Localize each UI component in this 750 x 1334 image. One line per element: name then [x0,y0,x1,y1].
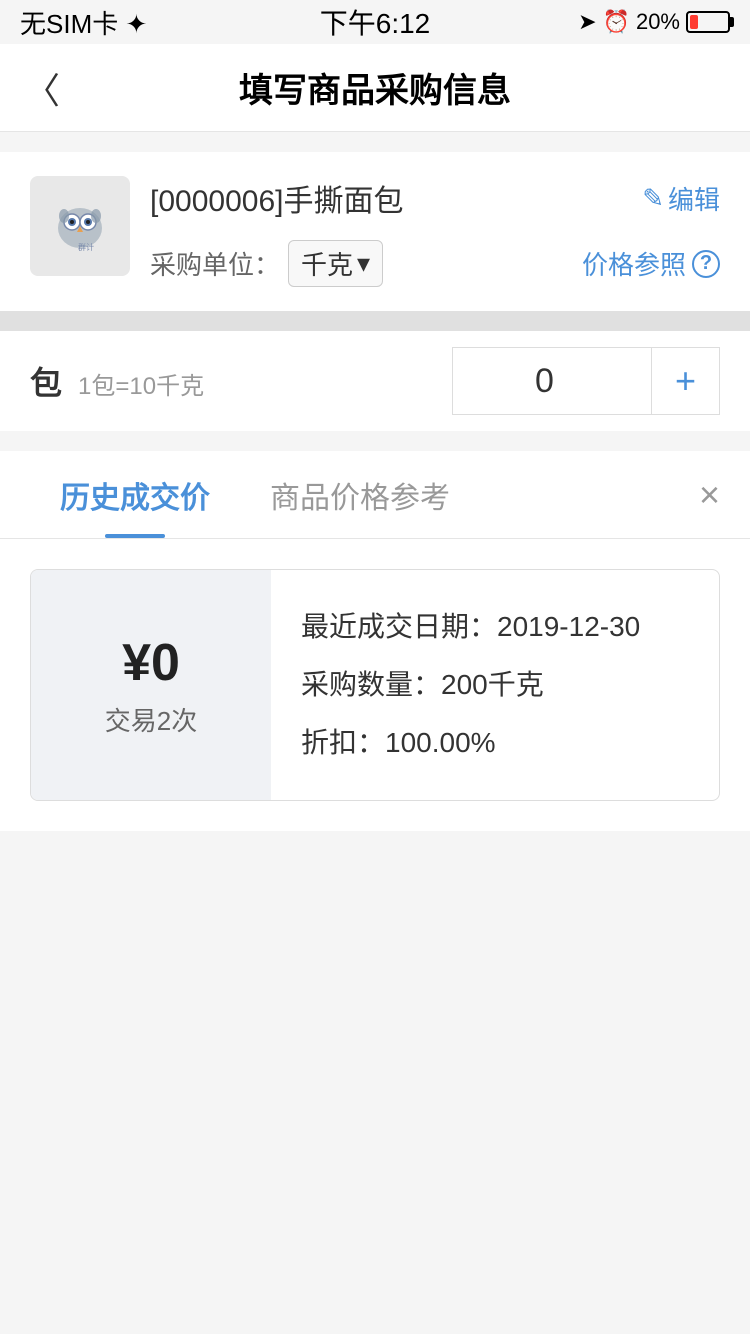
status-right: ➤ ⏰ 20% [578,9,730,35]
alarm-icon: ⏰ [603,9,630,35]
tab-product-label: 商品价格参考 [270,473,450,517]
qty-conversion: 1包=10千克 [78,366,204,401]
battery-fill [690,15,698,29]
product-info: [0000006]手撕面包 ✎ 编辑 采购单位： 千克 ▾ 价格参照 ? [150,176,720,287]
tab-history-price[interactable]: 历史成交价 [30,451,240,538]
divider-bar [0,311,750,331]
recent-date-value: 2019-12-30 [497,611,640,642]
help-icon: ? [692,250,720,278]
unit-value: 千克 [301,245,353,282]
card-right: 最近成交日期：2019-12-30 采购数量：200千克 折扣：100.00% [271,570,719,800]
quantity-label-group: 包 1包=10千克 [30,358,204,404]
status-bar: 无SIM卡 ✦ 下午6:12 ➤ ⏰ 20% [0,0,750,44]
qty-unit: 包 [30,358,62,404]
recent-date-label: 最近成交日期： [301,611,497,642]
product-image: 群计 [30,176,130,276]
discount-value: 100.00% [385,727,496,758]
time-text: 下午6:12 [320,2,431,42]
qty-label: 采购数量： [301,669,441,700]
dropdown-icon: ▾ [357,248,370,279]
edit-label: 编辑 [668,180,720,217]
product-header: 群计 [0000006]手撕面包 ✎ 编辑 采购单位： 千克 ▾ [30,176,720,287]
discount-row: 折扣：100.00% [301,722,689,764]
purchase-qty-row: 采购数量：200千克 [301,664,689,706]
edit-button[interactable]: ✎ 编辑 [642,180,720,217]
tab-history-label: 历史成交价 [60,473,210,517]
quantity-input[interactable] [452,347,652,415]
product-section: 群计 [0000006]手撕面包 ✎ 编辑 采购单位： 千克 ▾ [0,152,750,311]
recent-date-row: 最近成交日期：2019-12-30 [301,606,689,648]
tab-product-price[interactable]: 商品价格参考 [240,451,480,538]
battery-percent: 20% [636,9,680,35]
qty-value: 200千克 [441,669,544,700]
qty-input-group: + [452,347,720,415]
trade-count: 交易2次 [105,701,197,738]
edit-icon: ✎ [642,183,664,214]
product-name: [0000006]手撕面包 [150,176,403,220]
tab-header: 历史成交价 商品价格参考 × [0,451,750,539]
price-value: ¥0 [122,633,180,693]
svg-text:群计: 群计 [78,242,94,252]
price-card: ¥0 交易2次 最近成交日期：2019-12-30 采购数量：200千克 折扣：… [30,569,720,801]
card-container: ¥0 交易2次 最近成交日期：2019-12-30 采购数量：200千克 折扣：… [0,539,750,831]
card-left: ¥0 交易2次 [31,570,271,800]
quantity-plus-button[interactable]: + [652,347,720,415]
price-ref-label: 价格参照 [582,245,686,282]
nav-bar: 〈 填写商品采购信息 [0,44,750,132]
product-thumbnail: 群计 [45,191,115,261]
owl-logo: 群计 [50,196,110,256]
tab-panel: 历史成交价 商品价格参考 × ¥0 交易2次 最近成交日期：2019-12-30… [0,451,750,831]
unit-row: 采购单位： 千克 ▾ 价格参照 ? [150,240,720,287]
page-title: 填写商品采购信息 [239,63,511,112]
location-icon: ➤ [578,9,596,35]
close-button[interactable]: × [699,474,720,516]
unit-label: 采购单位： [150,245,280,282]
discount-label: 折扣： [301,727,385,758]
price-ref-button[interactable]: 价格参照 ? [582,245,720,282]
unit-select[interactable]: 千克 ▾ [288,240,383,287]
battery-icon [686,11,730,33]
back-button[interactable]: 〈 [24,62,60,114]
product-name-row: [0000006]手撕面包 ✎ 编辑 [150,176,720,220]
quantity-section: 包 1包=10千克 + [0,331,750,431]
carrier-text: 无SIM卡 ✦ [20,4,147,41]
